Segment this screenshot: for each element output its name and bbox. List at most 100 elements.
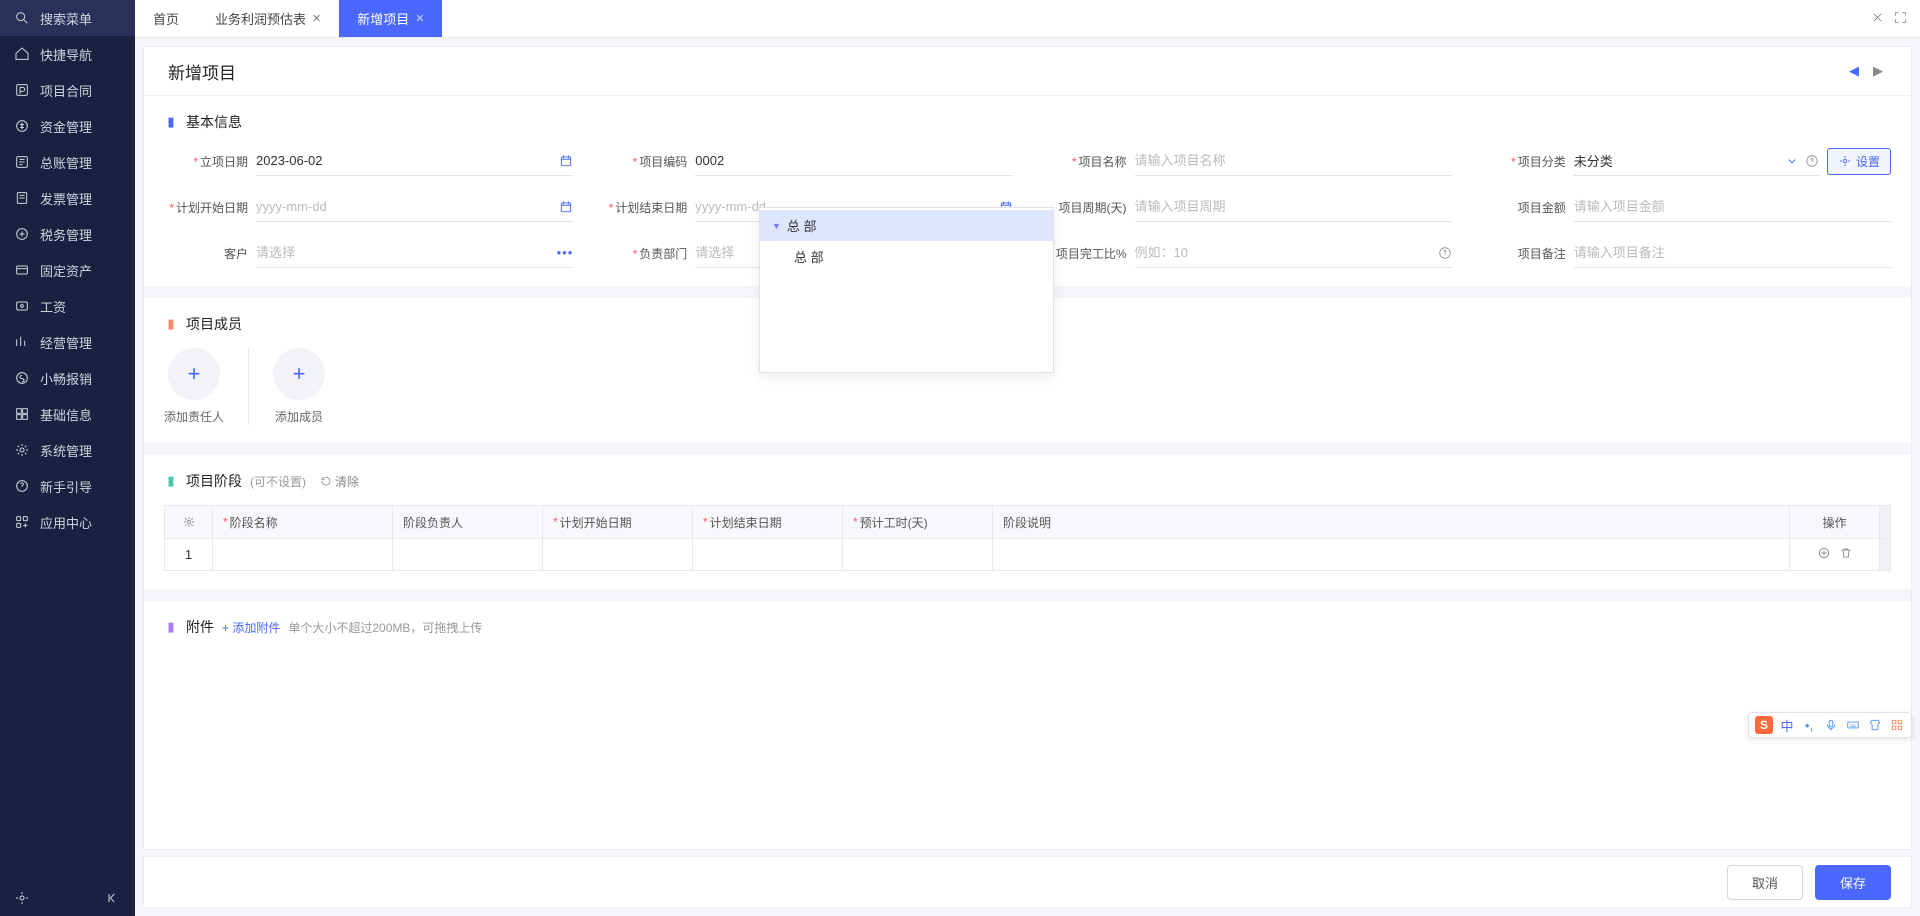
add-owner-button[interactable]: +	[168, 348, 220, 400]
delete-row-icon[interactable]	[1839, 546, 1853, 563]
ime-lang[interactable]: 中	[1779, 717, 1795, 733]
cell-end[interactable]	[693, 539, 843, 570]
search-icon	[14, 10, 30, 26]
ime-mic-icon[interactable]	[1823, 717, 1839, 733]
duration-input[interactable]	[1135, 199, 1452, 214]
code-input[interactable]	[695, 153, 1012, 168]
cell-desc[interactable]	[993, 539, 1790, 570]
ime-skin-icon[interactable]	[1867, 717, 1883, 733]
category-select[interactable]	[1574, 153, 1785, 168]
sidebar-item-quicknav[interactable]: 快捷导航	[0, 36, 135, 72]
sidebar-item-salary[interactable]: 工资	[0, 288, 135, 324]
add-member: + 添加成员	[273, 348, 325, 425]
assets-icon	[14, 262, 30, 278]
customer-select[interactable]	[256, 245, 557, 260]
sidebar-item-system[interactable]: 系统管理	[0, 432, 135, 468]
tab-new-project[interactable]: 新增项目✕	[339, 0, 442, 37]
sidebar-label: 项目合同	[40, 81, 92, 100]
ime-toolbox-icon[interactable]	[1889, 717, 1905, 733]
ime-punct-icon[interactable]: •,	[1801, 717, 1817, 733]
field-completion: 项目完工比%	[1043, 238, 1452, 268]
clear-button[interactable]: 清除	[320, 473, 359, 490]
sidebar-item-assets[interactable]: 固定资产	[0, 252, 135, 288]
remark-input[interactable]	[1574, 245, 1891, 260]
fullscreen-icon[interactable]	[1893, 10, 1908, 28]
category-setting-button[interactable]: 设置	[1827, 148, 1891, 175]
sidebar-item-guide[interactable]: 新手引导	[0, 468, 135, 504]
sidebar-item-project-contract[interactable]: 项目合同	[0, 72, 135, 108]
sidebar-item-business[interactable]: 经营管理	[0, 324, 135, 360]
prev-icon[interactable]: ◀	[1845, 62, 1863, 80]
chevron-down-icon[interactable]	[1785, 154, 1799, 168]
name-input[interactable]	[1135, 153, 1452, 168]
calendar-icon[interactable]	[559, 200, 573, 214]
sidebar-label: 小畅报销	[40, 369, 92, 388]
sidebar-label: 工资	[40, 297, 66, 316]
sidebar-item-invoice[interactable]: 发票管理	[0, 180, 135, 216]
create-date-input[interactable]	[256, 153, 559, 168]
scrollbar[interactable]	[1880, 506, 1890, 538]
stage-table: *阶段名称 阶段负责人 *计划开始日期 *计划结束日期 *预计工时(天) 阶段说…	[164, 505, 1891, 571]
gear-column[interactable]	[165, 506, 213, 538]
collapse-icon[interactable]	[105, 890, 121, 906]
cancel-button[interactable]: 取消	[1727, 865, 1803, 900]
sidebar-label: 新手引导	[40, 477, 92, 496]
add-member-button[interactable]: +	[273, 348, 325, 400]
table-row[interactable]: 1	[165, 538, 1890, 570]
tab-label: 业务利润预估表	[215, 9, 306, 28]
dropdown-item-child[interactable]: 总 部	[760, 241, 1053, 272]
sidebar: 搜索菜单 快捷导航 项目合同 资金管理 总账管理 发票管理 税务管理 固定资产	[0, 0, 135, 916]
section-title: 项目阶段	[186, 471, 242, 491]
sidebar-label: 税务管理	[40, 225, 92, 244]
sidebar-item-base[interactable]: 基础信息	[0, 396, 135, 432]
biz-icon	[14, 334, 30, 350]
add-row-icon[interactable]	[1817, 546, 1831, 563]
tab-home[interactable]: 首页	[135, 0, 197, 37]
sidebar-label: 系统管理	[40, 441, 92, 460]
add-attachment-button[interactable]: + 添加附件	[222, 619, 280, 636]
close-icon[interactable]: ✕	[415, 12, 424, 25]
help-icon[interactable]	[1805, 154, 1819, 168]
cell-owner[interactable]	[393, 539, 543, 570]
cell-start[interactable]	[543, 539, 693, 570]
calendar-icon[interactable]	[559, 154, 573, 168]
field-category: *项目分类 设置	[1482, 146, 1891, 176]
more-icon[interactable]: •••	[557, 245, 574, 260]
file-icon: ▮	[164, 115, 178, 129]
wallet-icon	[14, 118, 30, 134]
sidebar-item-expense[interactable]: 小畅报销	[0, 360, 135, 396]
ime-keyboard-icon[interactable]	[1845, 717, 1861, 733]
close-icon[interactable]: ✕	[312, 12, 321, 25]
scrollbar[interactable]	[1880, 539, 1890, 570]
cell-name[interactable]	[213, 539, 393, 570]
save-button[interactable]: 保存	[1815, 865, 1891, 900]
divider	[248, 348, 249, 425]
sidebar-label: 经营管理	[40, 333, 92, 352]
sidebar-item-search[interactable]: 搜索菜单	[0, 0, 135, 36]
next-icon[interactable]: ▶	[1869, 62, 1887, 80]
sidebar-item-ledger[interactable]: 总账管理	[0, 144, 135, 180]
page-title: 新增项目	[168, 59, 236, 84]
dropdown-item-root[interactable]: ▼ 总 部	[760, 210, 1053, 241]
settings-icon[interactable]	[14, 890, 30, 906]
sidebar-item-apps[interactable]: 应用中心	[0, 504, 135, 540]
section-attach: ▮ 附件 + 添加附件 单个大小不超过200MB，可拖拽上传	[164, 601, 1891, 637]
ime-badge[interactable]: S	[1755, 716, 1773, 734]
sidebar-label: 发票管理	[40, 189, 92, 208]
tax-icon	[14, 226, 30, 242]
sidebar-label: 资金管理	[40, 117, 92, 136]
sidebar-item-funds[interactable]: 资金管理	[0, 108, 135, 144]
sidebar-item-tax[interactable]: 税务管理	[0, 216, 135, 252]
tab-profit-estimate[interactable]: 业务利润预估表 ✕	[197, 0, 339, 37]
completion-input[interactable]	[1135, 245, 1438, 260]
amount-input[interactable]	[1574, 199, 1891, 214]
field-name: *项目名称	[1043, 146, 1452, 176]
cell-hours[interactable]	[843, 539, 993, 570]
section-title: 附件	[186, 617, 214, 637]
p-box-icon	[14, 82, 30, 98]
system-icon	[14, 442, 30, 458]
close-all-icon[interactable]	[1870, 10, 1885, 28]
plan-start-input[interactable]	[256, 199, 559, 214]
help-icon[interactable]	[1438, 246, 1452, 260]
field-remark: 项目备注	[1482, 238, 1891, 268]
